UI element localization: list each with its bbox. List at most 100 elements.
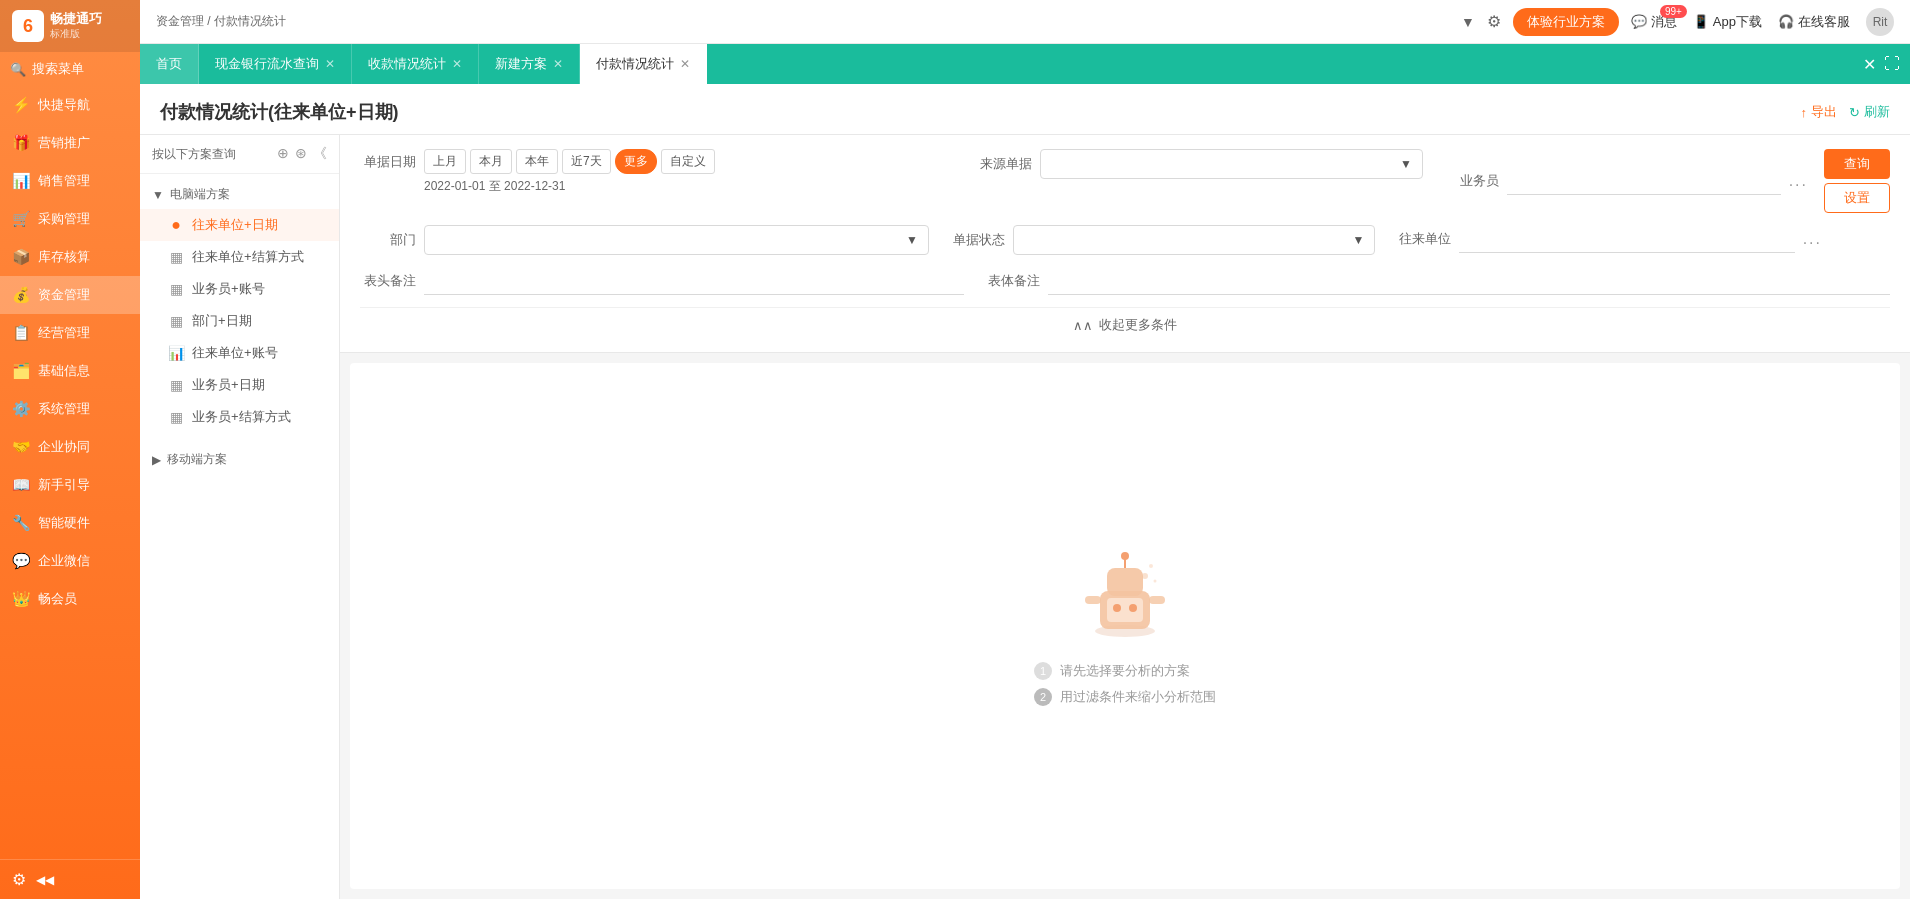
page-actions: ↑ 导出 ↻ 刷新: [1801, 103, 1891, 121]
sidebar-item-purchase[interactable]: 🛒 采购管理: [0, 200, 140, 238]
top-header: 资金管理 / 付款情况统计 ▼ ⚙ 体验行业方案 💬 消息 99+ 📱 App下…: [140, 0, 1910, 44]
refresh-icon: ↻: [1849, 105, 1860, 120]
pc-section-title[interactable]: ▼ 电脑端方案: [140, 180, 339, 209]
svg-rect-8: [1085, 596, 1101, 604]
scheme-salesman-account[interactable]: ▦ 业务员+账号: [140, 273, 339, 305]
settings-btn[interactable]: 设置: [1824, 183, 1890, 213]
hardware-icon: 🔧: [12, 514, 30, 532]
scheme-icon: ▦: [168, 409, 184, 425]
dept-select[interactable]: ▼: [424, 225, 929, 255]
filter-header-note: 表头备注: [360, 267, 964, 295]
left-panel-header: 按以下方案查询 ⊕ ⊛ 《: [140, 135, 339, 174]
sidebar-settings-icon[interactable]: ⚙: [12, 870, 26, 889]
date-btn-custom[interactable]: 自定义: [661, 149, 715, 174]
sidebar-item-quick-nav[interactable]: ⚡ 快捷导航: [0, 86, 140, 124]
sidebar-item-marketing[interactable]: 🎁 营销推广: [0, 124, 140, 162]
export-btn[interactable]: ↑ 导出: [1801, 103, 1838, 121]
header-note-input[interactable]: [424, 267, 964, 295]
filter-row-3: 表头备注 表体备注: [360, 267, 1890, 295]
source-doc-select[interactable]: ▼: [1040, 149, 1423, 179]
doc-status-select[interactable]: ▼: [1013, 225, 1376, 255]
date-btn-more[interactable]: 更多: [615, 149, 657, 174]
tab-receivable-close[interactable]: ✕: [452, 57, 462, 71]
filter-salesman: 业务员 ... 查询 设置: [1443, 149, 1890, 213]
sidebar-item-label: 库存核算: [38, 248, 90, 266]
sidebar-item-sales[interactable]: 📊 销售管理: [0, 162, 140, 200]
filter-row-1: 单据日期 上月 本月 本年 近7天 更多 自定义 2022-01-0: [360, 149, 1890, 213]
tip-num-1: 1: [1034, 662, 1052, 680]
search-menu[interactable]: 🔍 搜索菜单: [0, 52, 140, 86]
scheme-salesman-payment[interactable]: ▦ 业务员+结算方式: [140, 401, 339, 433]
scheme-icon: 📊: [168, 345, 184, 361]
date-btn-this-year[interactable]: 本年: [516, 149, 558, 174]
tip-num-2: 2: [1034, 688, 1052, 706]
header-settings-icon[interactable]: ⚙: [1487, 12, 1501, 31]
body-note-input[interactable]: [1048, 267, 1890, 295]
sidebar-item-inventory[interactable]: 📦 库存核算: [0, 238, 140, 276]
sidebar-item-member[interactable]: 👑 畅会员: [0, 580, 140, 618]
user-avatar[interactable]: Rit: [1866, 8, 1894, 36]
mobile-section-title[interactable]: ▶ 移动端方案: [140, 445, 339, 474]
tab-close-all-icon[interactable]: ✕: [1863, 55, 1876, 74]
tab-home[interactable]: 首页: [140, 44, 199, 84]
tab-receivable[interactable]: 收款情况统计 ✕: [352, 44, 479, 84]
sidebar-item-basic[interactable]: 🗂️ 基础信息: [0, 352, 140, 390]
app-download-btn[interactable]: 📱 App下载: [1693, 13, 1762, 31]
sidebar-item-label: 智能硬件: [38, 514, 90, 532]
scheme-settings-icon[interactable]: ⊛: [295, 145, 307, 163]
guide-icon: 📖: [12, 476, 30, 494]
main-content: 资金管理 / 付款情况统计 ▼ ⚙ 体验行业方案 💬 消息 99+ 📱 App下…: [140, 0, 1910, 899]
left-panel: 按以下方案查询 ⊕ ⊛ 《 ▼ 电脑端方案 ● 往来单位+日期 ▦: [140, 135, 340, 899]
date-btn-last-month[interactable]: 上月: [424, 149, 466, 174]
tab-fullscreen-icon[interactable]: ⛶: [1884, 55, 1900, 73]
capital-icon: 💰: [12, 286, 30, 304]
collapse-arrow-icon: ∧∧: [1073, 318, 1093, 333]
sidebar-item-hardware[interactable]: 🔧 智能硬件: [0, 504, 140, 542]
enterprise-icon: 🤝: [12, 438, 30, 456]
sidebar-item-enterprise[interactable]: 🤝 企业协同: [0, 428, 140, 466]
sidebar-item-label: 采购管理: [38, 210, 90, 228]
content-area: 按以下方案查询 ⊕ ⊛ 《 ▼ 电脑端方案 ● 往来单位+日期 ▦: [140, 135, 1910, 899]
message-btn[interactable]: 💬 消息 99+: [1631, 13, 1677, 31]
tab-cash-flow[interactable]: 现金银行流水查询 ✕: [199, 44, 352, 84]
panel-collapse-icon[interactable]: 《: [313, 145, 327, 163]
query-btn[interactable]: 查询: [1824, 149, 1890, 179]
sidebar-collapse-icon[interactable]: ◀◀: [36, 873, 54, 887]
sidebar-item-label: 新手引导: [38, 476, 90, 494]
tab-payment-stat-close[interactable]: ✕: [680, 57, 690, 71]
scheme-salesman-date[interactable]: ▦ 业务员+日期: [140, 369, 339, 401]
tab-cash-flow-close[interactable]: ✕: [325, 57, 335, 71]
sidebar-item-label: 畅会员: [38, 590, 77, 608]
scheme-unit-payment[interactable]: ▦ 往来单位+结算方式: [140, 241, 339, 273]
svg-rect-9: [1149, 596, 1165, 604]
refresh-btn[interactable]: ↻ 刷新: [1849, 103, 1890, 121]
filter-area: 单据日期 上月 本月 本年 近7天 更多 自定义 2022-01-0: [340, 135, 1910, 353]
sidebar-item-guide[interactable]: 📖 新手引导: [0, 466, 140, 504]
related-unit-dots[interactable]: ...: [1803, 230, 1822, 248]
dropdown-icon[interactable]: ▼: [1461, 14, 1475, 30]
page-title: 付款情况统计(往来单位+日期): [160, 100, 399, 124]
system-icon: ⚙️: [12, 400, 30, 418]
sales-icon: 📊: [12, 172, 30, 190]
tab-new-scheme-close[interactable]: ✕: [553, 57, 563, 71]
sidebar-item-operations[interactable]: 📋 经营管理: [0, 314, 140, 352]
sidebar-item-wechat[interactable]: 💬 企业微信: [0, 542, 140, 580]
date-btn-7days[interactable]: 近7天: [562, 149, 611, 174]
scheme-unit-account[interactable]: 📊 往来单位+账号: [140, 337, 339, 369]
trial-btn[interactable]: 体验行业方案: [1513, 8, 1619, 36]
online-service-btn[interactable]: 🎧 在线客服: [1778, 13, 1850, 31]
filter-body-note: 表体备注: [984, 267, 1890, 295]
body-note-label: 表体备注: [984, 272, 1040, 290]
sidebar-item-system[interactable]: ⚙️ 系统管理: [0, 390, 140, 428]
add-scheme-icon[interactable]: ⊕: [277, 145, 289, 163]
scheme-dept-date[interactable]: ▦ 部门+日期: [140, 305, 339, 337]
scheme-unit-date[interactable]: ● 往来单位+日期: [140, 209, 339, 241]
service-icon: 🎧: [1778, 14, 1794, 29]
tab-payment-stat[interactable]: 付款情况统计 ✕: [580, 44, 707, 84]
tab-new-scheme[interactable]: 新建方案 ✕: [479, 44, 580, 84]
sidebar-item-capital[interactable]: 💰 资金管理: [0, 276, 140, 314]
salesman-dots[interactable]: ...: [1789, 172, 1808, 190]
collapse-filters-btn[interactable]: ∧∧ 收起更多条件: [360, 307, 1890, 342]
filter-doc-status: 单据状态 ▼: [949, 225, 1376, 255]
date-btn-this-month[interactable]: 本月: [470, 149, 512, 174]
